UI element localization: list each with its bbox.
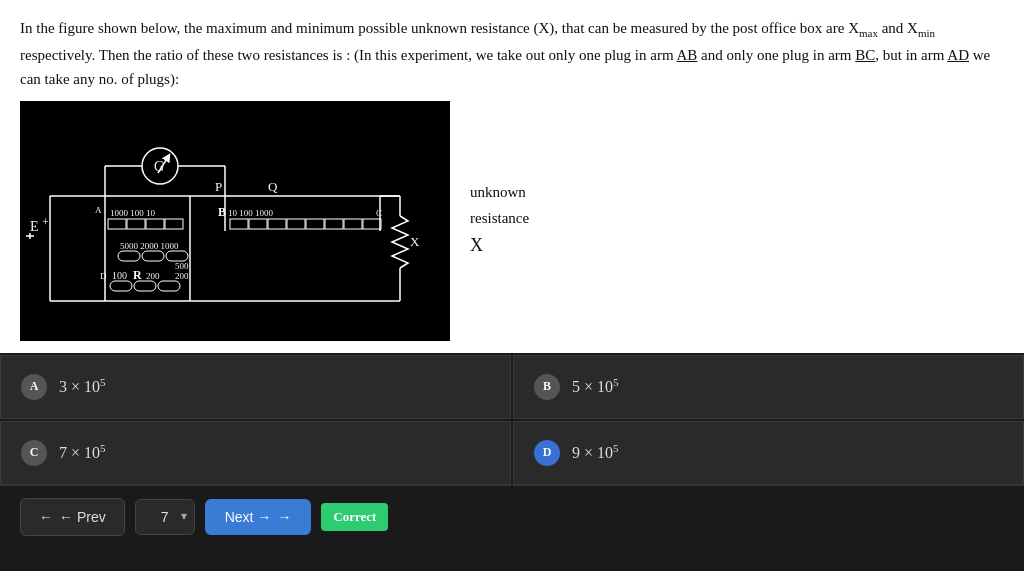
prev-button[interactable]: ← ← Prev [20,498,125,536]
svg-rect-40 [158,281,180,291]
option-c[interactable]: C 7 × 105 [0,421,511,485]
svg-rect-26 [344,219,362,229]
svg-rect-21 [249,219,267,229]
question-text: In the figure shown below, the maximum a… [20,16,1004,91]
svg-rect-24 [306,219,324,229]
next-label: Next → [225,509,272,525]
next-button[interactable]: Next → → [205,499,312,535]
option-d-label: D [534,440,560,466]
svg-rect-30 [142,251,164,261]
main-container: In the figure shown below, the maximum a… [0,0,1024,571]
svg-rect-22 [268,219,286,229]
question-area: In the figure shown below, the maximum a… [0,0,1024,353]
circuit-diagram: E + G [20,101,450,341]
prev-label: ← Prev [59,509,106,525]
svg-rect-16 [108,219,126,229]
svg-rect-25 [325,219,343,229]
svg-text:200: 200 [146,271,160,281]
option-b-text: 5 × 105 [572,376,619,396]
svg-rect-20 [230,219,248,229]
svg-rect-38 [110,281,132,291]
xmax-subscript: max [859,27,878,39]
xmin-subscript: min [918,27,935,39]
arm-ad: AD [947,47,969,63]
option-b-label: B [534,374,560,400]
page-select-wrapper: 7 ▾ [135,499,195,535]
svg-text:1000 100 10: 1000 100 10 [110,208,156,218]
svg-text:P: P [215,179,222,194]
option-a-text: 3 × 105 [59,376,106,396]
svg-text:X: X [410,234,420,249]
option-d-text: 9 × 105 [572,442,619,462]
page-select[interactable]: 7 [135,499,195,535]
option-b[interactable]: B 5 × 105 [513,355,1024,419]
option-c-text: 7 × 105 [59,442,106,462]
svg-rect-17 [127,219,145,229]
bottom-bar: ← ← Prev 7 ▾ Next → → Correct [0,485,1024,548]
svg-text:100: 100 [112,270,127,281]
svg-rect-39 [134,281,156,291]
svg-text:+: + [42,215,49,229]
unknown-resistance-label: unknown resistance X [470,181,529,259]
svg-text:500: 500 [175,261,189,271]
svg-rect-19 [165,219,183,229]
arm-ab: AB [677,47,698,63]
svg-text:C: C [376,208,382,218]
resistance-text: resistance [470,207,529,230]
option-a-label: A [21,374,47,400]
svg-text:D: D [100,271,107,281]
arm-bc: BC [855,47,875,63]
options-grid: A 3 × 105 B 5 × 105 C 7 × 105 D 9 × 105 [0,355,1024,485]
svg-rect-23 [287,219,305,229]
svg-rect-27 [363,219,381,229]
circuit-svg: E + G [20,101,450,341]
next-arrow-icon: → [277,509,291,525]
diagram-container: E + G [20,101,1004,341]
svg-text:10 100 1000: 10 100 1000 [228,208,274,218]
svg-text:Q: Q [268,179,278,194]
svg-text:5000 2000 1000: 5000 2000 1000 [120,241,179,251]
option-c-label: C [21,440,47,466]
correct-badge: Correct [321,503,388,531]
svg-text:E: E [30,219,39,234]
x-text: X [470,232,483,260]
svg-rect-18 [146,219,164,229]
option-a[interactable]: A 3 × 105 [0,355,511,419]
prev-arrow-icon: ← [39,509,53,525]
svg-rect-31 [166,251,188,261]
unknown-text: unknown [470,181,526,204]
svg-text:R: R [133,268,142,282]
svg-text:200: 200 [175,271,189,281]
svg-text:A: A [95,205,102,215]
svg-rect-29 [118,251,140,261]
option-d[interactable]: D 9 × 105 [513,421,1024,485]
